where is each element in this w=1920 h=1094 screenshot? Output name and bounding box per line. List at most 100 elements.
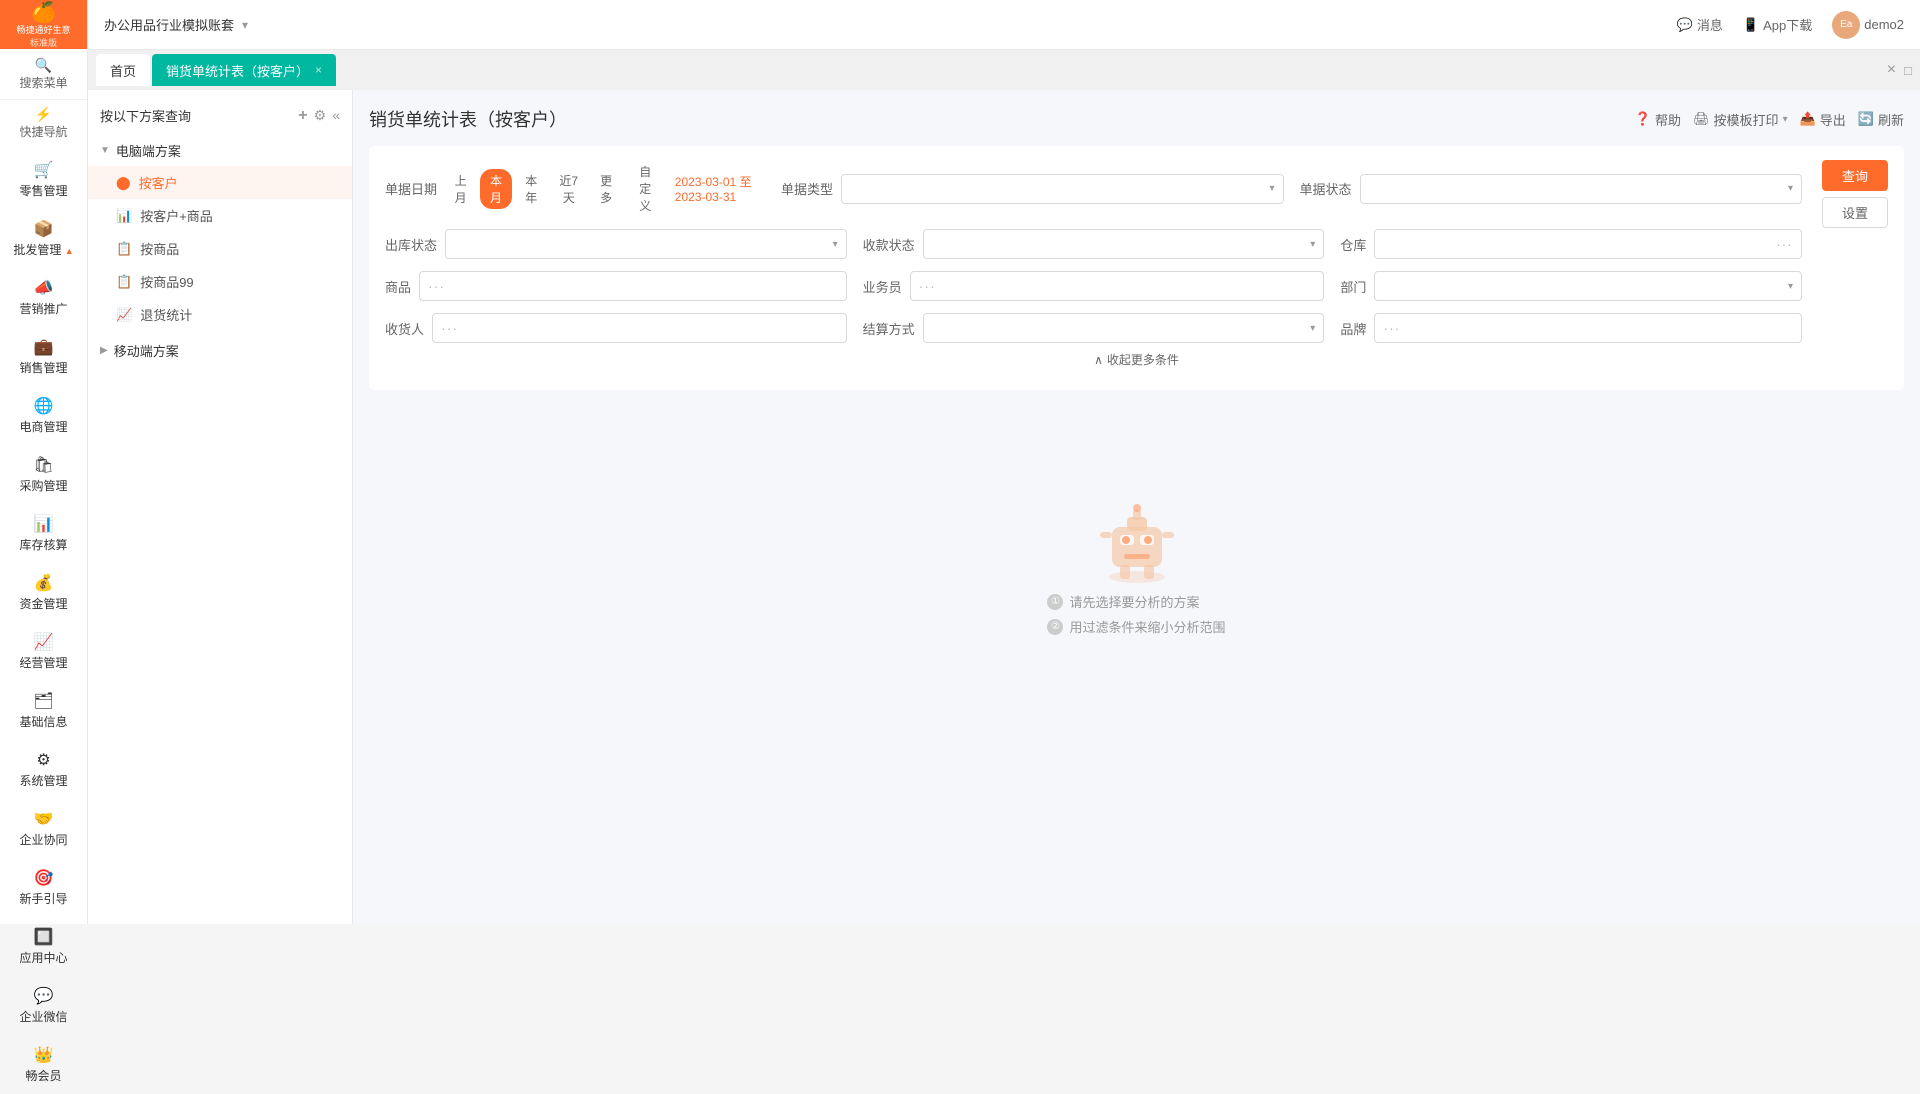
- sidebar-item-operations[interactable]: 📈 经营管理: [0, 622, 87, 681]
- date-btn-more[interactable]: 更多: [591, 169, 622, 209]
- collapse-bar[interactable]: ∧ 收起更多条件: [385, 343, 1888, 376]
- date-btn-7days[interactable]: 近7天: [551, 169, 587, 209]
- sidebar-item-system[interactable]: ⚙ 系统管理: [0, 740, 87, 799]
- settlement-arrow: ▾: [1310, 323, 1315, 334]
- collapse-panel-icon[interactable]: «: [332, 107, 340, 125]
- empty-tip-2: ② 用过滤条件来缩小分析范围: [1047, 617, 1225, 636]
- sidebar-item-purchase[interactable]: 🛍 采购管理: [0, 445, 87, 504]
- main-area: 办公用品行业模拟账套 ▾ 💬 消息 📱 App下载 Ea demo2 首页 销货…: [88, 0, 1920, 924]
- out-status-select[interactable]: ▾: [445, 229, 847, 259]
- refresh-button[interactable]: 🔄 刷新: [1858, 110, 1904, 129]
- print-button[interactable]: 🖨 按模板打印 ▾: [1693, 110, 1788, 129]
- warehouse-select[interactable]: ···: [1374, 229, 1802, 259]
- sidebar-purchase-label: 采购管理: [19, 479, 67, 493]
- sidebar-finance-label: 资金管理: [19, 597, 67, 611]
- filter-employee: 业务员 ···: [863, 271, 1325, 301]
- date-btn-this-year[interactable]: 本年: [516, 169, 547, 209]
- receipt-status-select[interactable]: ▾: [923, 229, 1325, 259]
- filter-warehouse: 仓库 ···: [1340, 229, 1802, 259]
- sidebar-item-sales[interactable]: 💼 销售管理: [0, 327, 87, 386]
- scheme-goods99-label: 按商品99: [140, 272, 193, 291]
- close-window-icon[interactable]: ×: [1887, 61, 1896, 79]
- sidebar-item-marketing[interactable]: 📣 营销推广: [0, 268, 87, 327]
- sidebar-item-finance[interactable]: 💰 资金管理: [0, 563, 87, 622]
- message-button[interactable]: 💬 消息: [1677, 15, 1723, 34]
- filter-recipient: 收货人 ···: [385, 313, 847, 343]
- finance-icon: 💰: [0, 573, 87, 593]
- sidebar-item-base[interactable]: 🗂 基础信息: [0, 681, 87, 740]
- app-download-icon: 📱: [1743, 17, 1759, 33]
- order-status-select[interactable]: ▾: [1360, 174, 1802, 204]
- sidebar-inventory-label: 库存核算: [19, 538, 67, 552]
- settings-button[interactable]: 设置: [1822, 197, 1888, 228]
- employee-input[interactable]: ···: [910, 271, 1325, 301]
- sidebar-item-newbie[interactable]: 🎯 新手引导: [0, 858, 87, 917]
- scheme-item-goods[interactable]: 📋 按商品: [88, 232, 352, 265]
- scheme-item-customer-goods[interactable]: 📊 按客户+商品: [88, 199, 352, 232]
- dept-select[interactable]: ▾: [1374, 271, 1802, 301]
- date-btn-last-month[interactable]: 上月: [445, 169, 476, 209]
- maximize-window-icon[interactable]: □: [1904, 63, 1912, 78]
- page-title-text: 销货单统计表（按客户）: [369, 106, 567, 132]
- sidebar-wholesale-label: 批发管理: [13, 243, 61, 257]
- tab-close-icon[interactable]: ×: [315, 63, 322, 77]
- filter-row-3: 商品 ··· 业务员 ···: [385, 271, 1802, 301]
- sidebar-item-quick-nav[interactable]: ⚡ 快捷导航: [0, 100, 87, 146]
- empty-tip-1: ① 请先选择要分析的方案: [1047, 592, 1225, 611]
- scheme-item-goods99[interactable]: 📋 按商品99: [88, 265, 352, 298]
- app-logo: 🍊 畅捷通好生意 标准版: [0, 0, 87, 49]
- topbar-dropdown-icon[interactable]: ▾: [242, 18, 248, 32]
- vip-icon: 👑: [0, 1045, 87, 1065]
- pc-group-title[interactable]: ▼ 电脑端方案: [88, 135, 352, 166]
- sidebar-item-inventory[interactable]: 📊 库存核算: [0, 504, 87, 563]
- page-title-actions: ❓ 帮助 🖨 按模板打印 ▾ 📤 导出 🔄 刷新: [1635, 110, 1904, 129]
- sidebar-item-wholesale[interactable]: 📦 批发管理 ▲: [0, 209, 87, 268]
- scheme-goods-label: 按商品: [140, 239, 179, 258]
- sales-icon: 💼: [0, 337, 87, 357]
- date-btn-this-month[interactable]: 本月: [480, 169, 511, 209]
- message-label: 消息: [1697, 15, 1723, 34]
- goods-input[interactable]: ···: [419, 271, 847, 301]
- tab-home[interactable]: 首页: [96, 54, 150, 86]
- sidebar-item-ecommerce[interactable]: 🌐 电商管理: [0, 386, 87, 445]
- sidebar-operations-label: 经营管理: [19, 656, 67, 670]
- order-type-select[interactable]: ▾: [841, 174, 1283, 204]
- caret-right-icon: ▶: [100, 345, 108, 356]
- brand-input[interactable]: ···: [1374, 313, 1802, 343]
- filter-settlement: 结算方式 ▾: [863, 313, 1325, 343]
- filter-card: 单据日期 上月 本月 本年 近7天 更多 自定义 2023-03-01 至 20…: [369, 146, 1904, 390]
- query-button[interactable]: 查询: [1822, 160, 1888, 191]
- print-icon: 🖨: [1693, 111, 1710, 127]
- base-icon: 🗂: [0, 691, 87, 711]
- sidebar-item-weixin[interactable]: 💬 企业微信: [0, 976, 87, 1035]
- sidebar-vip-label: 畅会员: [25, 1069, 61, 1083]
- settings-scheme-icon[interactable]: ⚙: [314, 107, 327, 125]
- ecommerce-icon: 🌐: [0, 396, 87, 416]
- sidebar-appcenter-label: 应用中心: [19, 951, 67, 965]
- sidebar-item-appcenter[interactable]: 🔲 应用中心: [0, 917, 87, 976]
- app-download-button[interactable]: 📱 App下载: [1743, 15, 1812, 34]
- inventory-icon: 📊: [0, 514, 87, 534]
- filter-out-status: 出库状态 ▾: [385, 229, 847, 259]
- scheme-item-return[interactable]: 📈 退货统计: [88, 298, 352, 331]
- add-scheme-icon[interactable]: +: [298, 107, 307, 125]
- tab-sales-stats[interactable]: 销货单统计表（按客户） ×: [152, 54, 336, 86]
- user-profile[interactable]: Ea demo2: [1832, 11, 1904, 39]
- recipient-input[interactable]: ···: [432, 313, 847, 343]
- tabs-bar: 首页 销货单统计表（按客户） × × □: [88, 50, 1920, 90]
- export-icon: 📤: [1800, 111, 1816, 127]
- help-button[interactable]: ❓ 帮助: [1635, 110, 1681, 129]
- sidebar-newbie-label: 新手引导: [19, 892, 67, 906]
- sidebar-item-enterprise[interactable]: 🤝 企业协同: [0, 799, 87, 858]
- mobile-group-title[interactable]: ▶ 移动端方案: [88, 335, 352, 366]
- date-btn-custom[interactable]: 自定义: [626, 160, 665, 217]
- export-button[interactable]: 📤 导出: [1800, 110, 1846, 129]
- sidebar-item-search[interactable]: 🔍 搜索菜单: [0, 49, 87, 100]
- warehouse-dots: ···: [1776, 236, 1793, 252]
- settlement-select[interactable]: ▾: [923, 313, 1325, 343]
- topbar-title: 办公用品行业模拟账套: [104, 15, 234, 34]
- sidebar-item-retail[interactable]: 🛒 零售管理: [0, 150, 87, 209]
- brand-dots: ···: [1383, 320, 1400, 336]
- scheme-item-customer[interactable]: ⬤ 按客户: [88, 166, 352, 199]
- sidebar-item-vip[interactable]: 👑 畅会员: [0, 1035, 87, 1094]
